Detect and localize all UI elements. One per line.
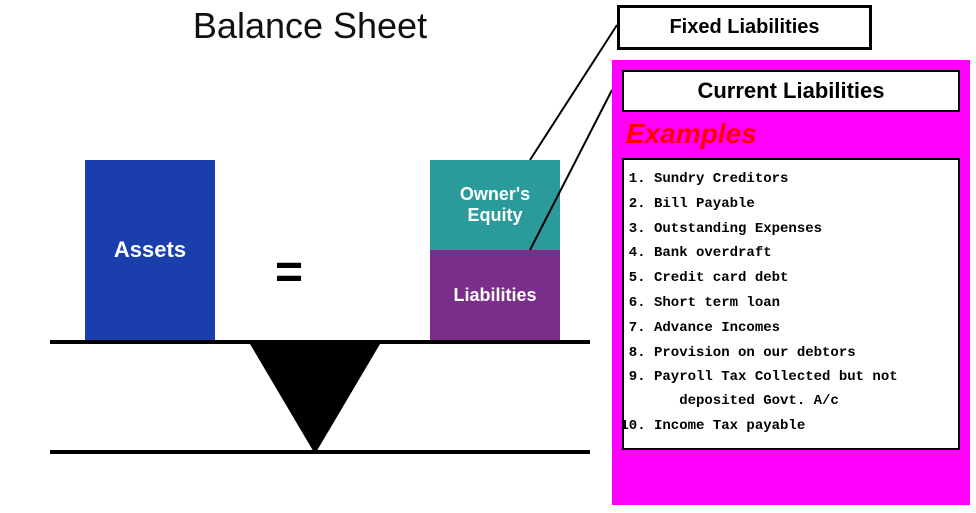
list-item: Short term loan — [654, 292, 946, 316]
list-item: Outstanding Expenses — [654, 218, 946, 242]
fulcrum-triangle — [250, 344, 380, 454]
scale-diagram: Assets = Owner'sEquity Liabilities — [30, 70, 620, 490]
list-item: Provision on our debtors — [654, 342, 946, 366]
bottom-line — [50, 450, 590, 454]
list-item: Bank overdraft — [654, 242, 946, 266]
list-item: Sundry Creditors — [654, 168, 946, 192]
fixed-liabilities-box: Fixed Liabilities — [617, 5, 872, 50]
liabilities-bar: Liabilities — [430, 250, 560, 340]
current-liabilities-panel: Current Liabilities Examples Sundry Cred… — [612, 60, 970, 505]
list-item: Income Tax payable — [654, 415, 946, 439]
examples-title: Examples — [626, 118, 960, 150]
liabilities-label: Liabilities — [453, 285, 536, 306]
list-item: Payroll Tax Collected but not deposited … — [654, 366, 946, 414]
page-title: Balance Sheet — [60, 5, 560, 47]
current-liabilities-title: Current Liabilities — [622, 70, 960, 112]
equals-sign: = — [275, 245, 303, 300]
examples-list: Sundry Creditors Bill Payable Outstandin… — [622, 158, 960, 450]
assets-bar: Assets — [85, 160, 215, 340]
equity-bar: Owner'sEquity — [430, 160, 560, 250]
equity-label: Owner'sEquity — [460, 184, 530, 226]
list-item: Advance Incomes — [654, 317, 946, 341]
list-item: Credit card debt — [654, 267, 946, 291]
list-item: Bill Payable — [654, 193, 946, 217]
assets-label: Assets — [114, 237, 186, 263]
